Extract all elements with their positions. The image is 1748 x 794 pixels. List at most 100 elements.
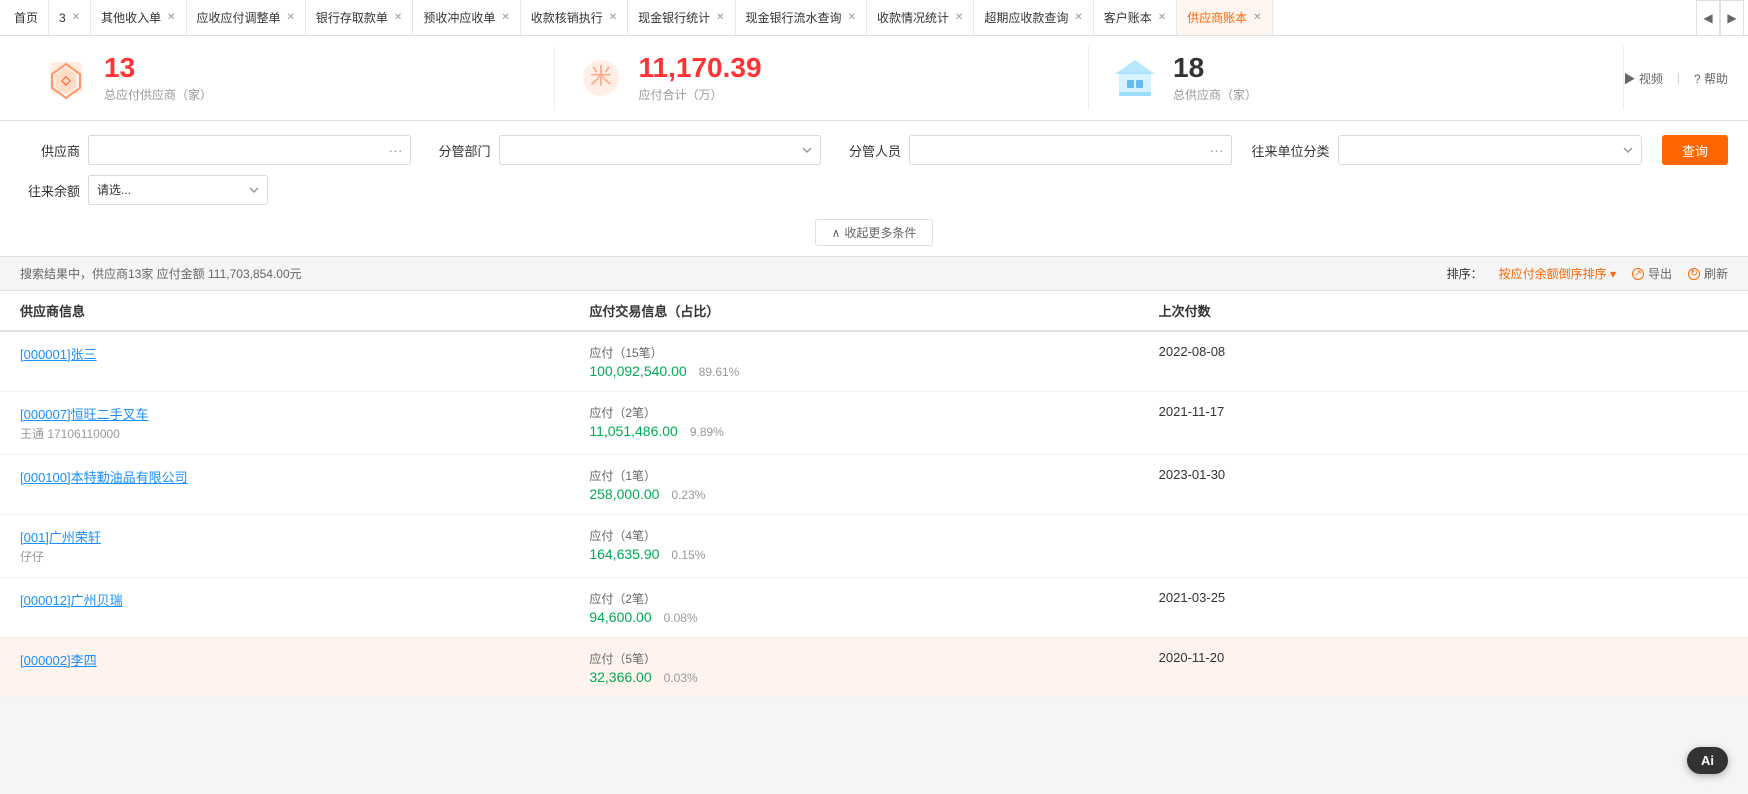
supplier-cell-000002: [000002]李四 [20,650,589,685]
refresh-button[interactable]: ↻ 刷新 [1688,265,1728,282]
stat-number-payable-total: 11,170.39 [639,53,762,84]
col-header-supplier: 供应商信息 [20,301,589,320]
close-prepay-icon[interactable]: ✕ [501,12,509,23]
tx-percent-000002: 0.03% [664,671,698,685]
stats-bar: ◇ 13 总应付供应商（家） 米 11,170.39 应付合计（万） [0,36,1748,121]
close-bank-deposit-icon[interactable]: ✕ [394,12,402,23]
manager-dots-icon[interactable]: ··· [1210,142,1224,158]
close-other-income-icon[interactable]: ✕ [167,12,175,23]
dept-select[interactable] [499,135,822,165]
col-header-last-payment: 上次付数 [1159,301,1728,320]
last-payment-000100: 2023-01-30 [1159,467,1728,502]
collapse-button[interactable]: ∧ 收起更多条件 [815,219,934,246]
stat-block-total-suppliers: 18 总供应商（家） [1089,46,1624,110]
diamond-icon: ◇ [40,52,92,104]
nav-supplier-account[interactable]: 供应商账本 ✕ [1177,0,1272,36]
tx-percent-000012: 0.08% [664,611,698,625]
store-icon [1109,52,1161,104]
supplier-cell-000012: [000012]广州贝瑞 [20,590,589,625]
tx-amount-001: 164,635.90 [589,546,659,562]
close-collection-stat-icon[interactable]: ✕ [955,12,963,23]
close-overdue-query-icon[interactable]: ✕ [1074,12,1082,23]
nav-home-label: 首页 [14,9,38,26]
stat-block-payable-suppliers: ◇ 13 总应付供应商（家） [20,46,555,110]
nav-other-income[interactable]: 其他收入单 ✕ [91,0,186,36]
nav-arrow-right[interactable]: ▶ [1720,0,1744,36]
nav-cash-bank-stat[interactable]: 现金银行统计 ✕ [628,0,735,36]
supplier-link-000002[interactable]: [000002]李四 [20,650,589,669]
nav-tab3[interactable]: 3 ✕ [49,0,91,36]
tx-amount-000002: 32,366.00 [589,669,651,685]
nav-customer-account[interactable]: 客户账本 ✕ [1094,0,1177,36]
close-customer-account-icon[interactable]: ✕ [1158,12,1166,23]
result-bar: 搜索结果中，供应商13家 应付金额 111,703,854.00元 排序： 按应… [0,257,1748,291]
supplier-link-000100[interactable]: [000100]本特勤油品有限公司 [20,467,589,486]
nav-bank-deposit[interactable]: 银行存取款单 ✕ [306,0,413,36]
tx-label-000001: 应付（15笔） [589,344,1158,361]
tx-amount-000001: 100,092,540.00 [589,363,686,379]
tx-row-000100: 258,000.00 0.23% [589,486,1158,502]
sort-label: 排序： [1447,265,1483,282]
supplier-dots-icon[interactable]: ··· [389,142,403,158]
nav-arrows: ◀ ▶ [1696,0,1744,36]
export-button[interactable]: ↗ 导出 [1632,265,1672,282]
supplier-cell-000001: [000001]张三 [20,344,589,379]
supplier-link-000001[interactable]: [000001]张三 [20,344,589,363]
sort-chevron-icon[interactable]: ▾ [1610,267,1616,281]
close-ap-adjust-icon[interactable]: ✕ [287,12,295,23]
stat-info-payable-suppliers: 13 总应付供应商（家） [104,53,212,103]
header-links: ▶ 视频 | ? 帮助 [1624,70,1728,87]
help-link[interactable]: ? 帮助 [1694,70,1728,87]
manager-input[interactable] [909,135,1232,165]
export-icon: ↗ [1632,268,1644,280]
tx-row-000001: 100,092,540.00 89.61% [589,363,1158,379]
last-payment-000012: 2021-03-25 [1159,590,1728,625]
nav-prepay[interactable]: 预收冲应收单 ✕ [413,0,520,36]
tx-cell-001: 应付（4笔） 164,635.90 0.15% [589,527,1158,565]
nav-ap-adjust[interactable]: 应收应付调整单 ✕ [187,0,306,36]
ai-label: Ai [1701,753,1714,768]
close-tab3-icon[interactable]: ✕ [72,12,80,23]
tx-cell-000002: 应付（5笔） 32,366.00 0.03% [589,650,1158,685]
search-row-2: 往来余额 请选... [20,175,1728,205]
close-cash-bank-stat-icon[interactable]: ✕ [716,12,724,23]
svg-text:◇: ◇ [60,73,71,87]
supplier-cell-000100: [000100]本特勤油品有限公司 [20,467,589,502]
close-cash-bank-flow-icon[interactable]: ✕ [848,12,856,23]
table-row: [000001]张三 应付（15笔） 100,092,540.00 89.61%… [0,332,1748,392]
ai-button[interactable]: Ai [1687,747,1728,774]
search-row-1: 供应商 ··· 分管部门 分管人员 ··· 往来单位分类 [20,135,1728,165]
nav-cash-bank-flow[interactable]: 现金银行流水查询 ✕ [736,0,867,36]
supplier-link-000012[interactable]: [000012]广州贝瑞 [20,590,589,609]
svg-text:米: 米 [589,64,611,89]
tx-amount-000012: 94,600.00 [589,609,651,625]
supplier-link-001[interactable]: [001]广州荣轩 [20,527,589,546]
nav-supplier-account-label: 供应商账本 [1187,9,1247,26]
nav-collection-stat[interactable]: 收款情况统计 ✕ [867,0,974,36]
tx-row-000007: 11,051,486.00 9.89% [589,423,1158,439]
result-info: 搜索结果中，供应商13家 应付金额 111,703,854.00元 [20,265,1447,282]
result-actions: 排序： 按应付余额倒序排序 ▾ ↗ 导出 ↻ 刷新 [1447,265,1728,282]
nav-tab3-label: 3 [59,11,66,25]
unit-type-field: 往来单位分类 [1252,135,1643,165]
unit-type-select[interactable] [1338,135,1642,165]
supplier-input[interactable] [88,135,411,165]
supplier-link-000007[interactable]: [000007]恒旺二手叉车 [20,404,589,423]
video-link[interactable]: ▶ 视频 [1624,70,1663,87]
divider: | [1677,71,1680,85]
tx-percent-000007: 9.89% [690,425,724,439]
query-button[interactable]: 查询 [1662,135,1728,165]
table-row: [000002]李四 应付（5笔） 32,366.00 0.03% 2020-1… [0,638,1748,698]
tx-amount-000007: 11,051,486.00 [589,423,678,439]
tx-cell-000012: 应付（2笔） 94,600.00 0.08% [589,590,1158,625]
balance-select[interactable]: 请选... [88,175,268,205]
tx-percent-001: 0.15% [671,548,705,562]
close-collection-verify-icon[interactable]: ✕ [609,12,617,23]
close-supplier-account-icon[interactable]: ✕ [1253,12,1261,23]
nav-arrow-left[interactable]: ◀ [1696,0,1720,36]
nav-home[interactable]: 首页 [4,0,49,36]
rice-icon: 米 [575,52,627,104]
nav-overdue-query[interactable]: 超期应收款查询 ✕ [974,0,1093,36]
nav-collection-verify[interactable]: 收款核销执行 ✕ [521,0,628,36]
supplier-input-wrapper: ··· [88,135,411,165]
